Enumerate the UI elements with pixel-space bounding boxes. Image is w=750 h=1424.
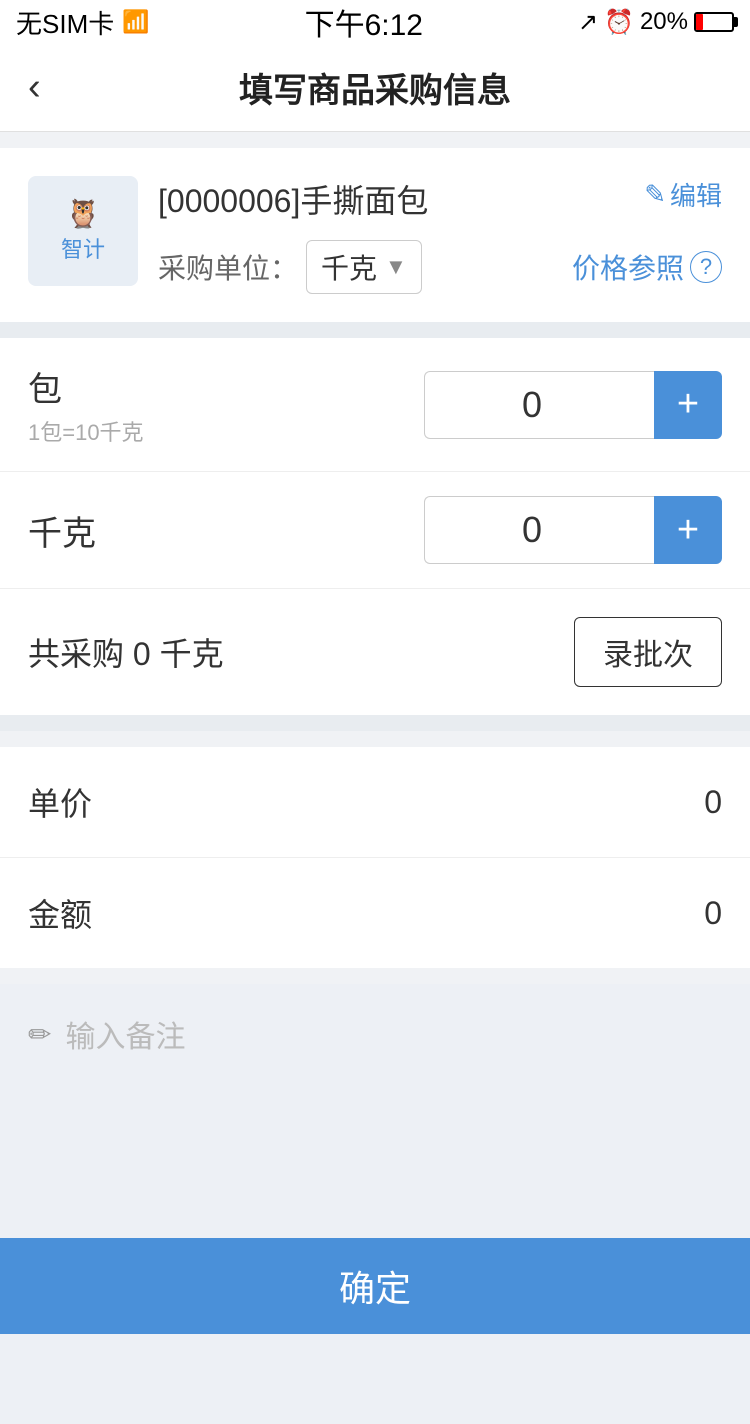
amount-value: 0 <box>704 895 722 932</box>
amount-row: 金额 0 <box>0 858 750 968</box>
edit-label: 编辑 <box>670 176 722 213</box>
bag-number-input[interactable] <box>424 371 654 439</box>
divider-1 <box>0 322 750 338</box>
pencil-icon: ✏ <box>28 1018 51 1051</box>
edit-button[interactable]: ✎ 编辑 <box>644 176 722 213</box>
bag-label-group: 包 1包=10千克 <box>28 362 188 447</box>
kg-input-row: 千克 + <box>0 472 750 589</box>
product-image: 🦉智计 <box>28 176 138 286</box>
bag-input-row: 包 1包=10千克 + <box>0 338 750 472</box>
amount-label: 金额 <box>28 890 92 936</box>
location-icon: ↗ <box>578 8 598 37</box>
total-summary: 共采购 0 千克 <box>28 629 224 675</box>
unit-dropdown-icon: ▼ <box>385 254 407 280</box>
detail-section: 单价 0 金额 0 <box>0 747 750 968</box>
bag-plus-button[interactable]: + <box>654 371 722 439</box>
kg-number-input[interactable] <box>424 496 654 564</box>
carrier-text: 无SIM卡 <box>16 4 114 41</box>
bag-input-controls: + <box>188 371 722 439</box>
unit-price-value: 0 <box>704 784 722 821</box>
price-ref-label: 价格参照 <box>572 247 684 287</box>
status-time: 下午6:12 <box>305 0 423 44</box>
unit-price-row: 单价 0 <box>0 747 750 858</box>
unit-price-label: 单价 <box>28 779 92 825</box>
batch-button[interactable]: 录批次 <box>574 617 722 687</box>
unit-value: 千克 <box>321 247 377 287</box>
page-title: 填写商品采购信息 <box>239 63 511 112</box>
bag-sub-label: 1包=10千克 <box>28 415 188 447</box>
battery-indicator <box>694 12 734 32</box>
nav-bar: ‹ 填写商品采购信息 <box>0 44 750 132</box>
product-header: [0000006]手撕面包 ✎ 编辑 <box>158 176 722 222</box>
input-section: 包 1包=10千克 + 千克 + <box>0 338 750 589</box>
kg-label-group: 千克 <box>28 506 188 555</box>
product-name: [0000006]手撕面包 <box>158 176 428 222</box>
edit-icon: ✎ <box>644 179 666 210</box>
product-info: [0000006]手撕面包 ✎ 编辑 采购单位： 千克 ▼ 价格参照 ? <box>158 176 722 294</box>
divider-2 <box>0 715 750 731</box>
battery-percent: 20% <box>640 8 688 36</box>
unit-select[interactable]: 千克 ▼ <box>306 240 422 294</box>
product-card: 🦉智计 [0000006]手撕面包 ✎ 编辑 采购单位： 千克 ▼ 价格参照 ? <box>0 148 750 322</box>
price-reference-button[interactable]: 价格参照 ? <box>572 247 722 287</box>
confirm-button[interactable]: 确定 <box>0 1238 750 1334</box>
product-unit-row: 采购单位： 千克 ▼ 价格参照 ? <box>158 240 722 294</box>
bag-label: 包 <box>28 362 188 411</box>
notes-section[interactable]: ✏ 输入备注 <box>0 984 750 1084</box>
battery-fill <box>696 14 703 30</box>
status-right: ↗ ⏰ 20% <box>578 8 734 37</box>
kg-label: 千克 <box>28 506 188 555</box>
notes-placeholder: 输入备注 <box>65 1012 185 1056</box>
alarm-icon: ⏰ <box>604 8 634 37</box>
product-logo: 🦉智计 <box>61 197 105 264</box>
back-button[interactable]: ‹ <box>28 66 88 109</box>
status-left: 无SIM卡 📶 <box>16 4 150 41</box>
unit-label: 采购单位： <box>158 247 298 287</box>
confirm-label: 确定 <box>339 1260 411 1312</box>
kg-plus-button[interactable]: + <box>654 496 722 564</box>
wifi-icon: 📶 <box>122 9 149 35</box>
status-bar: 无SIM卡 📶 下午6:12 ↗ ⏰ 20% <box>0 0 750 44</box>
kg-input-controls: + <box>188 496 722 564</box>
help-icon: ? <box>690 251 722 283</box>
summary-row: 共采购 0 千克 录批次 <box>0 589 750 715</box>
